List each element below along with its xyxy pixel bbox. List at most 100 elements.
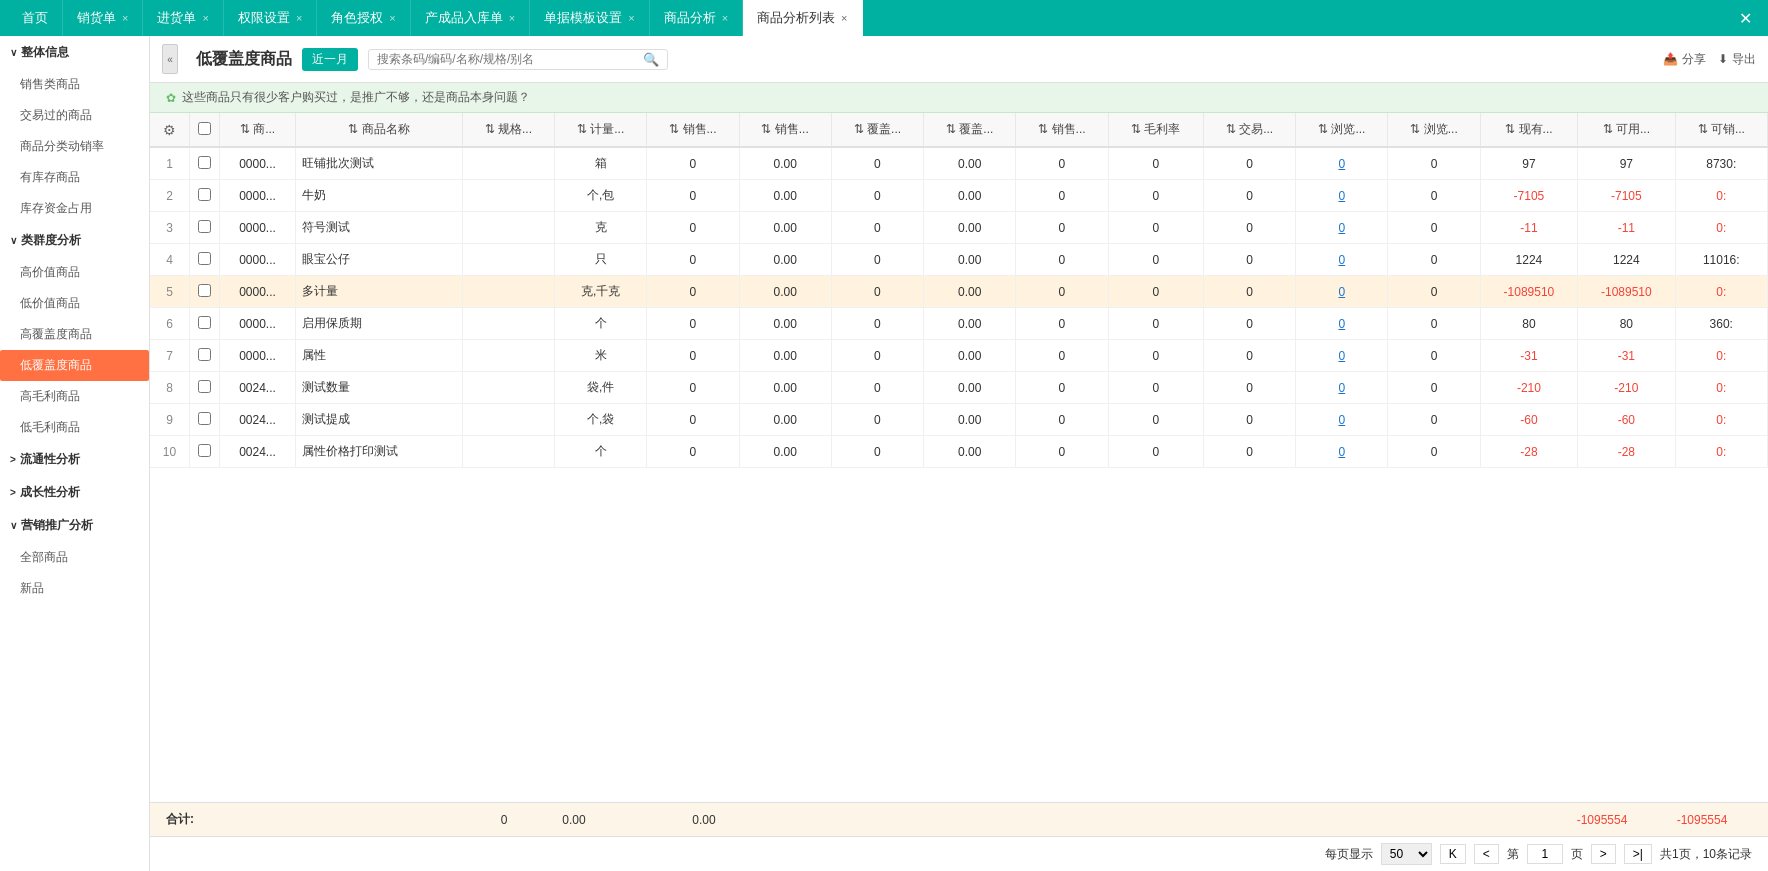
- sidebar-item-high-coverage[interactable]: 高覆盖度商品: [0, 319, 149, 350]
- sidebar-collapse-button[interactable]: «: [162, 44, 178, 74]
- close-icon[interactable]: ×: [509, 12, 515, 24]
- close-icon[interactable]: ×: [389, 12, 395, 24]
- share-button[interactable]: 📤 分享: [1663, 51, 1706, 68]
- name-col-header[interactable]: ⇅ 商品名称: [296, 113, 463, 147]
- nav-role[interactable]: 角色授权 ×: [317, 0, 410, 36]
- close-icon[interactable]: ×: [722, 12, 728, 24]
- page-number-input[interactable]: [1527, 844, 1563, 864]
- row-browse1[interactable]: 0: [1296, 436, 1388, 468]
- sidebar-section-growth[interactable]: > 成长性分析: [0, 476, 149, 509]
- close-icon[interactable]: ×: [841, 12, 847, 24]
- close-icon[interactable]: ×: [628, 12, 634, 24]
- close-icon[interactable]: ×: [122, 12, 128, 24]
- row-checkbox-cell[interactable]: [190, 147, 220, 180]
- nav-product-analysis[interactable]: 商品分析 ×: [650, 0, 743, 36]
- sales-qty-col-header[interactable]: ⇅ 销售...: [647, 113, 739, 147]
- row-checkbox-cell[interactable]: [190, 276, 220, 308]
- row-browse1[interactable]: 0: [1296, 244, 1388, 276]
- browse1-col-header[interactable]: ⇅ 浏览...: [1296, 113, 1388, 147]
- sidebar-item-all-goods[interactable]: 全部商品: [0, 542, 149, 573]
- row-checkbox[interactable]: [198, 412, 211, 425]
- row-browse1[interactable]: 0: [1296, 212, 1388, 244]
- cov2-col-header[interactable]: ⇅ 覆盖...: [924, 113, 1016, 147]
- row-checkbox-cell[interactable]: [190, 340, 220, 372]
- sidebar-item-high-value[interactable]: 高价值商品: [0, 257, 149, 288]
- row-cov1: 0: [831, 180, 923, 212]
- sidebar-section-marketing[interactable]: ∨ 营销推广分析: [0, 509, 149, 542]
- row-checkbox-cell[interactable]: [190, 244, 220, 276]
- expand-icon: ∨: [10, 520, 17, 531]
- close-icon[interactable]: ×: [296, 12, 302, 24]
- nav-purchase-order[interactable]: 进货单 ×: [143, 0, 223, 36]
- row-checkbox[interactable]: [198, 348, 211, 361]
- row-checkbox[interactable]: [198, 220, 211, 233]
- available-col-header[interactable]: ⇅ 可用...: [1578, 113, 1675, 147]
- row-browse1[interactable]: 0: [1296, 180, 1388, 212]
- sidebar-item-low-coverage[interactable]: 低覆盖度商品: [0, 350, 149, 381]
- row-checkbox[interactable]: [198, 380, 211, 393]
- nav-sales-order[interactable]: 销货单 ×: [63, 0, 143, 36]
- export-button[interactable]: ⬇ 导出: [1718, 51, 1756, 68]
- row-checkbox-cell[interactable]: [190, 404, 220, 436]
- window-close-button[interactable]: ✕: [1731, 9, 1760, 28]
- row-browse1[interactable]: 0: [1296, 404, 1388, 436]
- code-col-header[interactable]: ⇅ 商...: [220, 113, 296, 147]
- row-browse1[interactable]: 0: [1296, 308, 1388, 340]
- gross-rate-col-header[interactable]: ⇅ 毛利率: [1108, 113, 1203, 147]
- nav-home[interactable]: 首页: [8, 0, 63, 36]
- spec-col-header[interactable]: ⇅ 规格...: [462, 113, 554, 147]
- trade-col-header[interactable]: ⇅ 交易...: [1203, 113, 1295, 147]
- nav-production[interactable]: 产成品入库单 ×: [411, 0, 530, 36]
- checkbox-col-header[interactable]: [190, 113, 220, 147]
- sales-cnt-col-header[interactable]: ⇅ 销售...: [1016, 113, 1108, 147]
- per-page-select[interactable]: 50 100 200: [1381, 843, 1432, 865]
- row-checkbox[interactable]: [198, 316, 211, 329]
- prev-page-button[interactable]: <: [1474, 844, 1499, 864]
- sellable-col-header[interactable]: ⇅ 可销...: [1675, 113, 1767, 147]
- row-checkbox-cell[interactable]: [190, 308, 220, 340]
- row-browse1[interactable]: 0: [1296, 147, 1388, 180]
- row-checkbox-cell[interactable]: [190, 180, 220, 212]
- sidebar-item-low-value[interactable]: 低价值商品: [0, 288, 149, 319]
- sidebar-item-stocked-goods[interactable]: 有库存商品: [0, 162, 149, 193]
- select-all-checkbox[interactable]: [198, 122, 211, 135]
- nav-product-analysis-list[interactable]: 商品分析列表 ×: [743, 0, 862, 36]
- nav-permission[interactable]: 权限设置 ×: [224, 0, 317, 36]
- settings-col-header[interactable]: ⚙: [150, 113, 190, 147]
- row-checkbox-cell[interactable]: [190, 436, 220, 468]
- nav-template[interactable]: 单据模板设置 ×: [530, 0, 649, 36]
- row-checkbox[interactable]: [198, 252, 211, 265]
- unit-col-header[interactable]: ⇅ 计量...: [554, 113, 646, 147]
- first-page-button[interactable]: K: [1440, 844, 1466, 864]
- sidebar-section-overview[interactable]: ∨ 整体信息: [0, 36, 149, 69]
- current-col-header[interactable]: ⇅ 现有...: [1480, 113, 1577, 147]
- sidebar-item-sales-goods[interactable]: 销售类商品: [0, 69, 149, 100]
- row-checkbox-cell[interactable]: [190, 372, 220, 404]
- row-browse1[interactable]: 0: [1296, 340, 1388, 372]
- sidebar-item-traded-goods[interactable]: 交易过的商品: [0, 100, 149, 131]
- row-checkbox[interactable]: [198, 284, 211, 297]
- sidebar-item-category-activity[interactable]: 商品分类动销率: [0, 131, 149, 162]
- settings-icon[interactable]: ⚙: [163, 122, 176, 138]
- last-page-button[interactable]: >|: [1624, 844, 1652, 864]
- sidebar-item-high-margin[interactable]: 高毛利商品: [0, 381, 149, 412]
- sidebar-item-new-goods[interactable]: 新品: [0, 573, 149, 604]
- browse2-col-header[interactable]: ⇅ 浏览...: [1388, 113, 1480, 147]
- row-checkbox[interactable]: [198, 156, 211, 169]
- search-input[interactable]: [377, 52, 643, 66]
- row-browse1[interactable]: 0: [1296, 276, 1388, 308]
- row-checkbox-cell[interactable]: [190, 212, 220, 244]
- sales-amt-col-header[interactable]: ⇅ 销售...: [739, 113, 831, 147]
- row-cov2: 0.00: [924, 180, 1016, 212]
- close-icon[interactable]: ×: [202, 12, 208, 24]
- period-button[interactable]: 近一月: [302, 48, 358, 71]
- sidebar-section-cluster[interactable]: ∨ 类群度分析: [0, 224, 149, 257]
- sidebar-section-liquidity[interactable]: > 流通性分析: [0, 443, 149, 476]
- next-page-button[interactable]: >: [1591, 844, 1616, 864]
- row-checkbox[interactable]: [198, 188, 211, 201]
- row-browse1[interactable]: 0: [1296, 372, 1388, 404]
- row-checkbox[interactable]: [198, 444, 211, 457]
- cov1-col-header[interactable]: ⇅ 覆盖...: [831, 113, 923, 147]
- sidebar-item-stock-capital[interactable]: 库存资金占用: [0, 193, 149, 224]
- sidebar-item-low-margin[interactable]: 低毛利商品: [0, 412, 149, 443]
